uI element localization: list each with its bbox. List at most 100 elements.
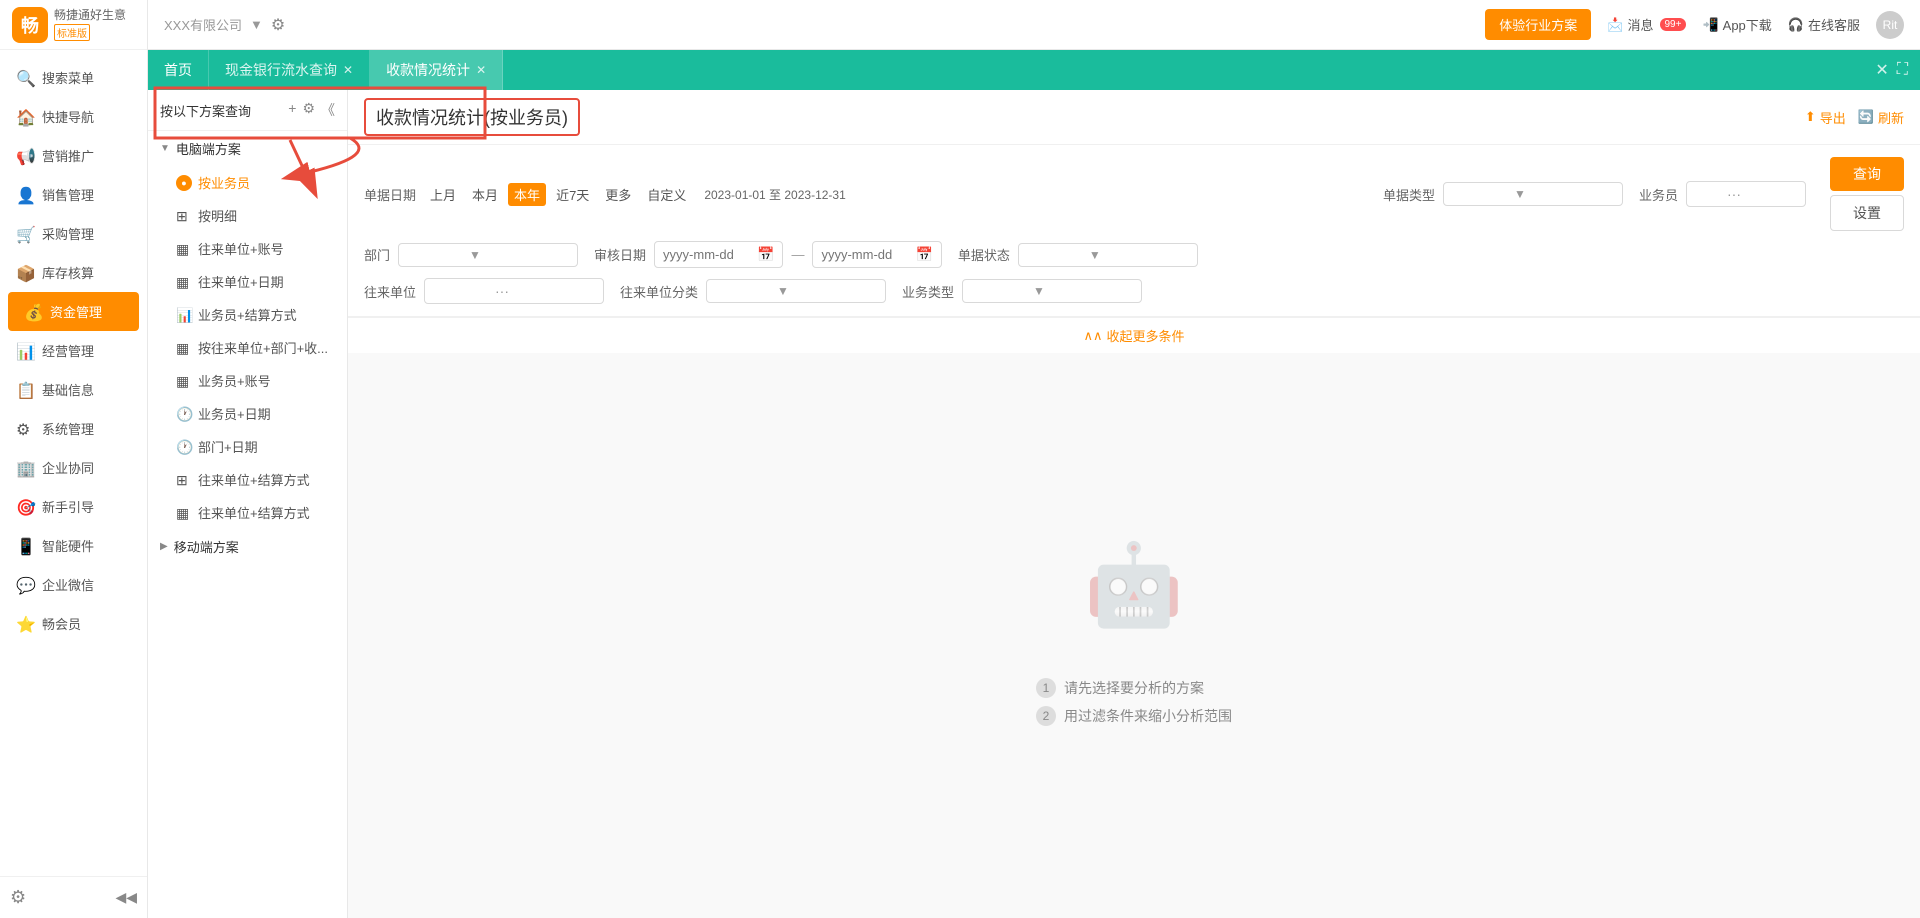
doc-status-dropdown[interactable]: ▼ [1018, 243, 1198, 267]
doctype-dropdown[interactable]: ▼ [1443, 182, 1623, 206]
biz-type-dropdown[interactable]: ▼ [962, 279, 1142, 303]
dept-dropdown[interactable]: ▼ [398, 243, 578, 267]
sidebar-item-quick-nav[interactable]: 🏠 快捷导航 [0, 97, 147, 136]
sidebar-item-sales[interactable]: 👤 销售管理 [0, 175, 147, 214]
sidebar-item-finance[interactable]: 💰 资金管理 [8, 292, 139, 331]
user-avatar[interactable]: Rit [1876, 11, 1904, 39]
main-area: XXX有限公司 ▼ ⚙ 体验行业方案 📩 消息 99+ 📲 App下载 🎧 在线… [148, 0, 1920, 918]
partner-category-dropdown[interactable]: ▼ [706, 279, 886, 303]
tab-home[interactable]: 首页 [148, 50, 209, 90]
date-shortcut-custom[interactable]: 自定义 [641, 183, 692, 206]
tab-fullscreen-icon[interactable]: ⛶ [1897, 61, 1908, 79]
scheme-item-unit-dept-collect[interactable]: ▦ 按往来单位+部门+收... [148, 331, 347, 364]
trial-button[interactable]: 体验行业方案 [1485, 9, 1591, 40]
online-support-button[interactable]: 🎧 在线客服 [1788, 15, 1860, 34]
sales-icon: 👤 [16, 186, 34, 204]
tab-close-bank-flow[interactable]: ✕ [343, 63, 353, 77]
pc-group-arrow: ▼ [160, 143, 170, 154]
member-icon: ⭐ [16, 615, 34, 633]
settings-btn[interactable]: ⚙ [271, 15, 285, 35]
notification-badge: 99+ [1660, 18, 1687, 31]
biz-type-arrow: ▼ [1033, 284, 1045, 298]
pc-scheme-group-header[interactable]: ▼ 电脑端方案 [148, 131, 347, 166]
tab-close-window-icon[interactable]: ✕ [1875, 60, 1888, 80]
date-shortcut-last-month[interactable]: 上月 [424, 183, 462, 206]
inventory-icon: 📦 [16, 264, 34, 282]
review-date-end[interactable]: 📅 [812, 241, 941, 268]
scheme-item-unit-account[interactable]: ▦ 往来单位+账号 [148, 232, 347, 265]
partner-dropdown[interactable]: ··· [424, 278, 604, 304]
date-shortcut-more[interactable]: 更多 [599, 183, 637, 206]
sidebar-item-sys-admin[interactable]: ⚙ 系统管理 [0, 409, 147, 448]
scheme-item-salesman-account[interactable]: ▦ 业务员+账号 [148, 364, 347, 397]
review-date-end-input[interactable] [821, 247, 911, 262]
date-range-text: 2023-01-01 至 2023-12-31 [704, 186, 845, 203]
scheme-item-unit-date[interactable]: ▦ 往来单位+日期 [148, 265, 347, 298]
scheme-item-unit-settle2[interactable]: ▦ 往来单位+结算方式 [148, 496, 347, 529]
salesman-dropdown[interactable]: ··· [1686, 181, 1806, 207]
sidebar-item-member[interactable]: ⭐ 畅会员 [0, 604, 147, 643]
guide-icon: 🎯 [16, 498, 34, 516]
header-right: 体验行业方案 📩 消息 99+ 📲 App下载 🎧 在线客服 Rit [1485, 9, 1904, 40]
collapse-bar: ∧∧ 收起更多条件 [348, 317, 1920, 353]
query-button[interactable]: 查询 [1830, 157, 1904, 191]
review-date-start[interactable]: 📅 [654, 241, 783, 268]
date-shortcut-this-year[interactable]: 本年 [508, 183, 546, 206]
scheme-icon-salesman-settle: 📊 [176, 307, 192, 323]
sidebar-item-operation[interactable]: 📊 经营管理 [0, 331, 147, 370]
sidebar-item-wechat[interactable]: 💬 企业微信 [0, 565, 147, 604]
left-panel-header: 按以下方案查询 + ⚙ 《 [148, 90, 347, 131]
export-button[interactable]: ⬆ 导出 [1805, 108, 1846, 127]
step-num-2: 2 [1036, 706, 1056, 726]
date-shortcut-7days[interactable]: 近7天 [550, 183, 595, 206]
sidebar-settings-icon[interactable]: ⚙ [10, 887, 26, 908]
scheme-item-salesman-settle[interactable]: 📊 业务员+结算方式 [148, 298, 347, 331]
finance-icon: 💰 [24, 303, 42, 321]
scheme-item-by-salesman[interactable]: ● 按业务员 [148, 166, 347, 199]
partner-category-arrow: ▼ [777, 284, 789, 298]
scheme-item-salesman-date[interactable]: 🕐 业务员+日期 [148, 397, 347, 430]
scheme-item-by-detail[interactable]: ⊞ 按明细 [148, 199, 347, 232]
sidebar-item-search-menu[interactable]: 🔍 搜索菜单 [0, 58, 147, 97]
tab-bank-flow[interactable]: 现金银行流水查询 ✕ [209, 50, 370, 90]
filter-settings-button[interactable]: 设置 [1830, 195, 1904, 231]
operation-icon: 📊 [16, 342, 34, 360]
notification-icon: 📩 [1607, 17, 1623, 33]
calendar-end-icon: 📅 [915, 246, 932, 263]
refresh-button[interactable]: 🔄 刷新 [1858, 108, 1904, 127]
notification-button[interactable]: 📩 消息 99+ [1607, 15, 1686, 34]
logo-badge: 标准版 [54, 24, 90, 41]
date-shortcut-this-month[interactable]: 本月 [466, 183, 504, 206]
empty-illustration: 🤖 [1074, 538, 1194, 658]
scheme-settings-btn[interactable]: ⚙ [302, 100, 315, 120]
app-download-button[interactable]: 📲 App下载 [1702, 15, 1771, 34]
add-scheme-btn[interactable]: + [288, 100, 296, 120]
review-date-start-input[interactable] [663, 247, 753, 262]
sidebar-item-guide[interactable]: 🎯 新手引导 [0, 487, 147, 526]
sidebar-collapse-icon[interactable]: ◀◀ [115, 889, 137, 906]
collapse-button[interactable]: ∧∧ 收起更多条件 [1083, 326, 1184, 345]
wechat-icon: 💬 [16, 576, 34, 594]
sidebar-item-purchase[interactable]: 🛒 采购管理 [0, 214, 147, 253]
sidebar-item-smart-hw[interactable]: 📱 智能硬件 [0, 526, 147, 565]
scheme-item-unit-settle1[interactable]: ⊞ 往来单位+结算方式 [148, 463, 347, 496]
panel-collapse-btn[interactable]: 《 [321, 100, 335, 120]
scheme-item-dept-date[interactable]: 🕐 部门+日期 [148, 430, 347, 463]
page-title: 收款情况统计(按业务员) [376, 108, 568, 128]
tab-close-receipt-stats[interactable]: ✕ [476, 63, 486, 77]
basicinfo-icon: 📋 [16, 381, 34, 399]
dept-label: 部门 [364, 245, 390, 264]
doctype-arrow: ▼ [1514, 187, 1526, 201]
sidebar-item-inventory[interactable]: 📦 库存核算 [0, 253, 147, 292]
sidebar-item-enterprise[interactable]: 🏢 企业协同 [0, 448, 147, 487]
sysadmin-icon: ⚙ [16, 420, 34, 438]
tab-receipt-stats[interactable]: 收款情况统计 ✕ [370, 50, 503, 90]
filter-row-3: 往来单位 ··· 往来单位分类 ▼ [364, 278, 1904, 304]
mobile-scheme-group-header[interactable]: ▶ 移动端方案 [148, 529, 347, 564]
scheme-icon-unit-settle2: ▦ [176, 505, 192, 521]
smarthw-icon: 📱 [16, 537, 34, 555]
scheme-icon-salesman-account: ▦ [176, 373, 192, 389]
sidebar-item-basic-info[interactable]: 📋 基础信息 [0, 370, 147, 409]
export-icon: ⬆ [1805, 109, 1816, 125]
sidebar-item-marketing[interactable]: 📢 营销推广 [0, 136, 147, 175]
